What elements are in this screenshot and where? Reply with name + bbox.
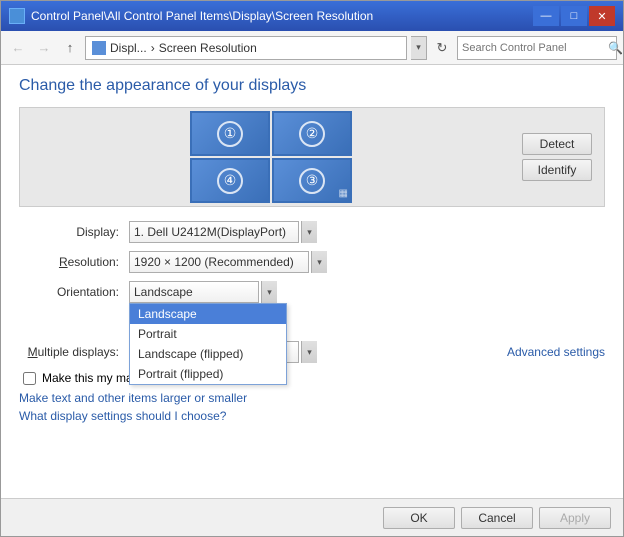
bottom-bar: OK Cancel Apply (1, 498, 623, 536)
main-window: Control Panel\All Control Panel Items\Di… (0, 0, 624, 537)
main-content: Change the appearance of your displays ①… (1, 65, 623, 498)
monitor-3[interactable]: ③ ▦ (272, 158, 352, 203)
orientation-option-portrait-flipped[interactable]: Portrait (flipped) (130, 364, 286, 384)
resolution-dropdown-arrow[interactable]: ▾ (311, 251, 327, 273)
resolution-value: 1920 × 1200 (Recommended) (134, 255, 294, 269)
orientation-control: Landscape ▾ (129, 281, 277, 303)
multi-dropdown-arrow[interactable]: ▾ (301, 341, 317, 363)
orientation-value: Landscape (134, 285, 193, 299)
orientation-row: Orientation: Landscape ▾ Landscape Portr… (19, 281, 605, 303)
path-sep: › (151, 41, 155, 55)
main-display-checkbox[interactable] (23, 372, 36, 385)
display-control: 1. Dell U2412M(DisplayPort) ▾ (129, 221, 317, 243)
multi-display-row: Multiple displays: Extend these displays… (19, 341, 605, 363)
page-title: Change the appearance of your displays (19, 77, 605, 95)
display-row: Display: 1. Dell U2412M(DisplayPort) ▾ (19, 221, 605, 243)
resolution-dropdown[interactable]: 1920 × 1200 (Recommended) (129, 251, 309, 273)
resolution-control: 1920 × 1200 (Recommended) ▾ (129, 251, 327, 273)
monitors-container: ① ② ④ ③ ▦ (32, 111, 510, 203)
main-display-checkbox-row: Make this my main display (19, 371, 605, 385)
monitor-1-label: ① (217, 121, 243, 147)
monitor-4[interactable]: ④ (190, 158, 270, 203)
display-dropdown[interactable]: 1. Dell U2412M(DisplayPort) (129, 221, 299, 243)
monitor-2-label: ② (299, 121, 325, 147)
orientation-option-landscape-flipped[interactable]: Landscape (flipped) (130, 344, 286, 364)
display-dropdown-arrow[interactable]: ▾ (301, 221, 317, 243)
monitor-3-label: ③ (299, 168, 325, 194)
search-input[interactable] (458, 42, 608, 54)
ok-button[interactable]: OK (383, 507, 455, 529)
monitor-grid: ① ② ④ ③ ▦ (190, 111, 352, 203)
multi-label: Multiple displays: (19, 345, 129, 359)
settings-section: Display: 1. Dell U2412M(DisplayPort) ▾ R… (19, 221, 605, 363)
path-current: Screen Resolution (159, 41, 257, 55)
up-button[interactable]: ↑ (59, 37, 81, 59)
monitor-3-overlay: ▦ (339, 188, 348, 199)
apply-button[interactable]: Apply (539, 507, 611, 529)
display-label: Display: (19, 225, 129, 239)
resolution-label: Resolution: (19, 255, 129, 269)
titlebar: Control Panel\All Control Panel Items\Di… (1, 1, 623, 31)
back-button[interactable]: ← (7, 37, 29, 59)
monitor-2[interactable]: ② (272, 111, 352, 156)
orientation-label: Orientation: (19, 285, 129, 299)
monitor-4-label: ④ (217, 168, 243, 194)
detect-buttons: Detect Identify (522, 133, 592, 181)
orientation-dropdown-menu: Landscape Portrait Landscape (flipped) P… (129, 303, 287, 385)
titlebar-buttons: — □ ✕ (533, 6, 615, 26)
display-value: 1. Dell U2412M(DisplayPort) (134, 225, 286, 239)
path-icon (92, 41, 106, 55)
address-path[interactable]: Displ... › Screen Resolution (85, 36, 407, 60)
path-prefix: Displ... (110, 41, 147, 55)
close-button[interactable]: ✕ (589, 6, 615, 26)
resolution-row: Resolution: 1920 × 1200 (Recommended) ▾ (19, 251, 605, 273)
minimize-button[interactable]: — (533, 6, 559, 26)
addressbar: ← → ↑ Displ... › Screen Resolution ▾ ↻ 🔍 (1, 31, 623, 65)
cancel-button[interactable]: Cancel (461, 507, 533, 529)
identify-button[interactable]: Identify (522, 159, 592, 181)
display-area: ① ② ④ ③ ▦ Detect Identify (19, 107, 605, 207)
orientation-option-landscape[interactable]: Landscape (130, 304, 286, 324)
control-panel-icon (9, 8, 25, 24)
orientation-dropdown[interactable]: Landscape (129, 281, 259, 303)
path-dropdown-arrow[interactable]: ▾ (411, 36, 427, 60)
window-title: Control Panel\All Control Panel Items\Di… (31, 9, 533, 23)
maximize-button[interactable]: □ (561, 6, 587, 26)
advanced-settings-link[interactable]: Advanced settings (507, 345, 605, 359)
detect-button[interactable]: Detect (522, 133, 592, 155)
text-size-link[interactable]: Make text and other items larger or smal… (19, 391, 605, 405)
orientation-dropdown-arrow[interactable]: ▾ (261, 281, 277, 303)
display-settings-link[interactable]: What display settings should I choose? (19, 409, 605, 423)
search-box[interactable]: 🔍 (457, 36, 617, 60)
forward-button[interactable]: → (33, 37, 55, 59)
refresh-button[interactable]: ↻ (431, 37, 453, 59)
monitor-1[interactable]: ① (190, 111, 270, 156)
orientation-option-portrait[interactable]: Portrait (130, 324, 286, 344)
search-icon: 🔍 (608, 37, 623, 59)
